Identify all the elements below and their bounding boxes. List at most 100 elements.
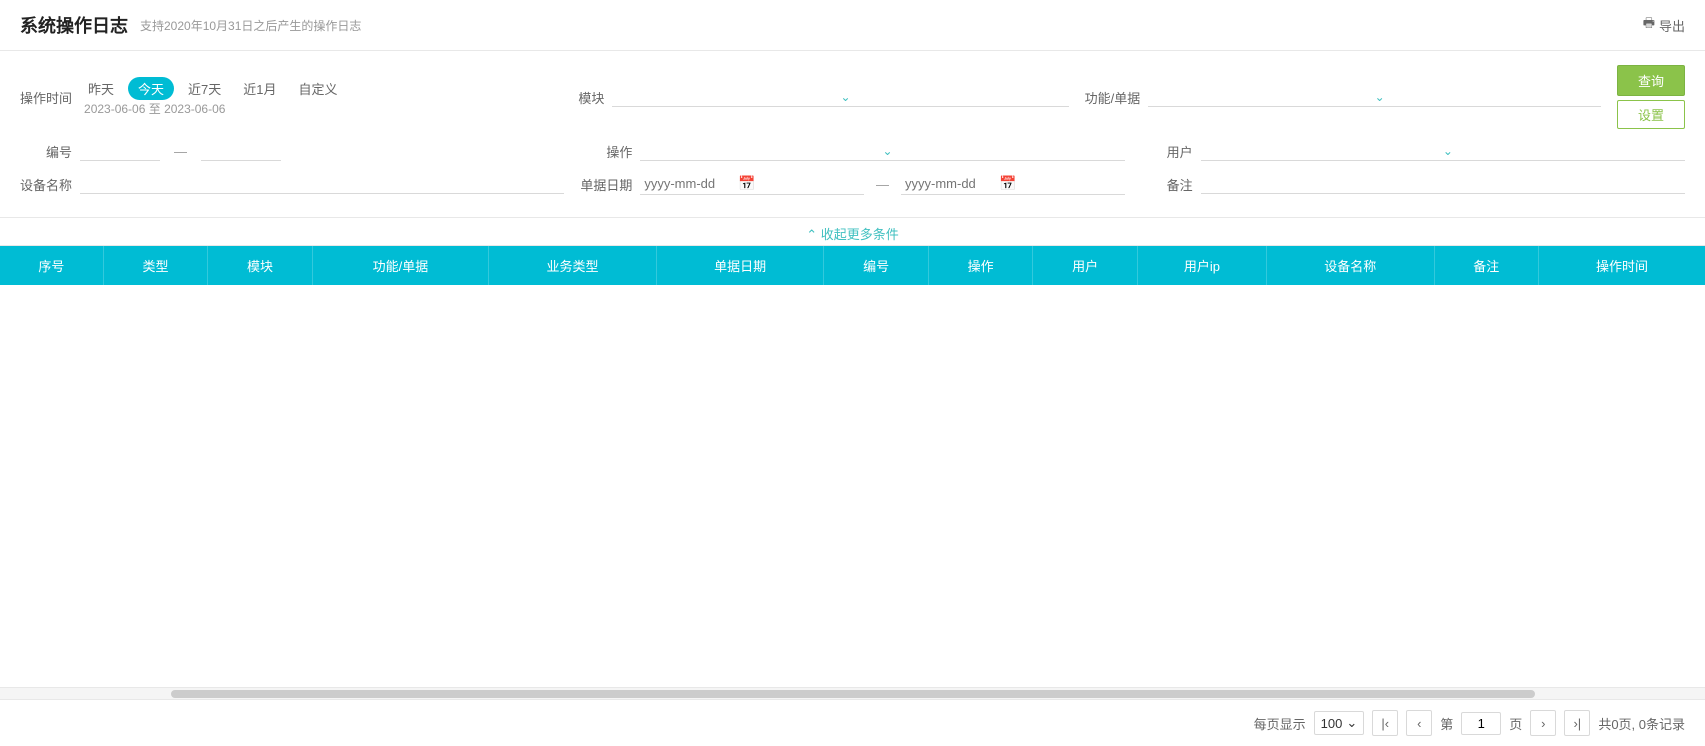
- calendar-to-icon[interactable]: 📅: [999, 175, 1016, 192]
- filter-row-1: 操作时间 昨天 今天 近7天 近1月 自定义 2023-06-06 至 2023…: [20, 65, 1685, 129]
- time-btn-custom[interactable]: 自定义: [291, 77, 346, 100]
- scrollbar-thumb[interactable]: [171, 690, 1535, 698]
- col-operation: 操作: [928, 246, 1032, 285]
- empty-area: [0, 347, 1705, 687]
- remark-input[interactable]: [1201, 174, 1685, 194]
- export-icon: 🖶: [1643, 14, 1655, 36]
- main-content: 操作时间 昨天 今天 近7天 近1月 自定义 2023-06-06 至 2023…: [0, 51, 1705, 746]
- col-device: 设备名称: [1266, 246, 1434, 285]
- col-module: 模块: [208, 246, 312, 285]
- page-number-input[interactable]: [1461, 712, 1501, 735]
- col-function: 功能/单据: [312, 246, 488, 285]
- date-label: 单据日期: [580, 175, 632, 194]
- function-arrow-icon: ⌄: [1375, 90, 1597, 104]
- col-biz-type: 业务类型: [489, 246, 657, 285]
- page-size-value: 100: [1321, 716, 1343, 731]
- time-options: 昨天 今天 近7天 近1月 自定义 2023-06-06 至 2023-06-0…: [80, 77, 346, 117]
- last-page-icon: ›|: [1573, 716, 1581, 731]
- user-filter-item: 用户 ⌄: [1141, 142, 1685, 161]
- next-page-icon: ›: [1541, 716, 1545, 731]
- filter-row-2: 编号 — 操作 ⌄ 用户 ⌄: [20, 141, 1685, 161]
- function-select[interactable]: ⌄: [1148, 88, 1601, 107]
- operation-label: 操作: [580, 142, 632, 161]
- time-label: 操作时间: [20, 88, 72, 107]
- settings-button[interactable]: 设置: [1617, 100, 1685, 129]
- filter-panel: 操作时间 昨天 今天 近7天 近1月 自定义 2023-06-06 至 2023…: [0, 51, 1705, 218]
- module-arrow-icon: ⌄: [841, 90, 1065, 104]
- title-area: 系统操作日志 支持2020年10月31日之后产生的操作日志: [20, 12, 361, 38]
- col-seq: 序号: [0, 246, 103, 285]
- page-size-label: 每页显示: [1254, 714, 1306, 733]
- collapse-bar[interactable]: ⌃ 收起更多条件: [0, 218, 1705, 246]
- date-from-wrap: 📅: [640, 173, 864, 195]
- prev-page-button[interactable]: ‹: [1406, 710, 1432, 736]
- next-page-button[interactable]: ›: [1530, 710, 1556, 736]
- page-size-arrow-icon: ⌄: [1346, 715, 1357, 731]
- code-label: 编号: [20, 142, 72, 161]
- last-page-button[interactable]: ›|: [1564, 710, 1590, 736]
- total-info: 共0页, 0条记录: [1598, 714, 1685, 733]
- calendar-from-icon[interactable]: 📅: [738, 175, 755, 192]
- page-title: 系统操作日志: [20, 12, 128, 38]
- data-table: 序号 类型 模块 功能/单据 业务类型 单据日期 编号 操作 用户 用户ip 设…: [0, 246, 1705, 285]
- operation-filter-item: 操作 ⌄: [580, 142, 1124, 161]
- remark-filter-item: 备注: [1141, 174, 1685, 194]
- module-label: 模块: [552, 88, 604, 107]
- filter-row-3: 设备名称 单据日期 📅 — 📅 备注: [20, 173, 1685, 195]
- user-arrow-icon: ⌄: [1443, 144, 1681, 158]
- module-select[interactable]: ⌄: [612, 88, 1068, 107]
- date-filter-item: 单据日期 📅 — 📅: [580, 173, 1124, 195]
- date-to-input[interactable]: [905, 176, 995, 191]
- col-user-ip: 用户ip: [1137, 246, 1266, 285]
- prev-page-icon: ‹: [1417, 716, 1421, 731]
- collapse-icon: ⌃: [806, 227, 817, 242]
- col-date: 单据日期: [656, 246, 824, 285]
- function-filter-item: 功能/单据 ⌄: [1085, 88, 1601, 107]
- table-area: 序号 类型 模块 功能/单据 业务类型 单据日期 编号 操作 用户 用户ip 设…: [0, 246, 1705, 347]
- function-label: 功能/单据: [1085, 88, 1141, 107]
- col-user: 用户: [1033, 246, 1137, 285]
- col-op-time: 操作时间: [1539, 246, 1705, 285]
- table-header: 序号 类型 模块 功能/单据 业务类型 单据日期 编号 操作 用户 用户ip 设…: [0, 246, 1705, 285]
- code-input-to[interactable]: [201, 141, 281, 161]
- code-dash: —: [168, 144, 193, 159]
- col-code: 编号: [824, 246, 928, 285]
- time-buttons: 昨天 今天 近7天 近1月 自定义: [80, 77, 346, 100]
- page-header: 系统操作日志 支持2020年10月31日之后产生的操作日志 🖶 导出: [0, 0, 1705, 51]
- operation-arrow-icon: ⌄: [883, 144, 1121, 158]
- table-header-row: 序号 类型 模块 功能/单据 业务类型 单据日期 编号 操作 用户 用户ip 设…: [0, 246, 1705, 285]
- date-to-wrap: 📅: [901, 173, 1125, 195]
- horizontal-scrollbar[interactable]: [0, 687, 1705, 699]
- export-button[interactable]: 🖶 导出: [1643, 14, 1685, 36]
- date-dash: —: [872, 177, 893, 192]
- user-select[interactable]: ⌄: [1201, 142, 1685, 161]
- time-range-text: 2023-06-06 至 2023-06-06: [84, 100, 346, 117]
- col-remark: 备注: [1434, 246, 1538, 285]
- query-button[interactable]: 查询: [1617, 65, 1685, 96]
- page-label: 第: [1440, 714, 1453, 733]
- first-page-button[interactable]: |‹: [1372, 710, 1398, 736]
- page-subtitle: 支持2020年10月31日之后产生的操作日志: [140, 17, 361, 34]
- user-label: 用户: [1141, 142, 1193, 161]
- device-input[interactable]: [80, 174, 564, 194]
- device-filter-item: 设备名称: [20, 174, 564, 194]
- page-unit: 页: [1509, 714, 1522, 733]
- time-btn-yesterday[interactable]: 昨天: [80, 77, 122, 100]
- pagination-bar: 每页显示 100 ⌄ |‹ ‹ 第 页 › ›| 共0页, 0条记录: [0, 699, 1705, 746]
- time-btn-1month[interactable]: 近1月: [235, 77, 284, 100]
- time-btn-7days[interactable]: 近7天: [180, 77, 229, 100]
- code-input-from[interactable]: [80, 141, 160, 161]
- time-filter-item: 操作时间 昨天 今天 近7天 近1月 自定义 2023-06-06 至 2023…: [20, 77, 536, 117]
- first-page-icon: |‹: [1381, 716, 1389, 731]
- date-from-input[interactable]: [644, 176, 734, 191]
- device-label: 设备名称: [20, 175, 72, 194]
- collapse-label: 收起更多条件: [821, 227, 899, 242]
- time-btn-today[interactable]: 今天: [128, 77, 174, 100]
- module-filter-item: 模块 ⌄: [552, 88, 1068, 107]
- action-buttons: 查询 设置: [1617, 65, 1685, 129]
- code-filter-item: 编号 —: [20, 141, 564, 161]
- remark-label: 备注: [1141, 175, 1193, 194]
- col-type: 类型: [103, 246, 207, 285]
- operation-select[interactable]: ⌄: [640, 142, 1124, 161]
- page-size-select[interactable]: 100 ⌄: [1314, 711, 1365, 735]
